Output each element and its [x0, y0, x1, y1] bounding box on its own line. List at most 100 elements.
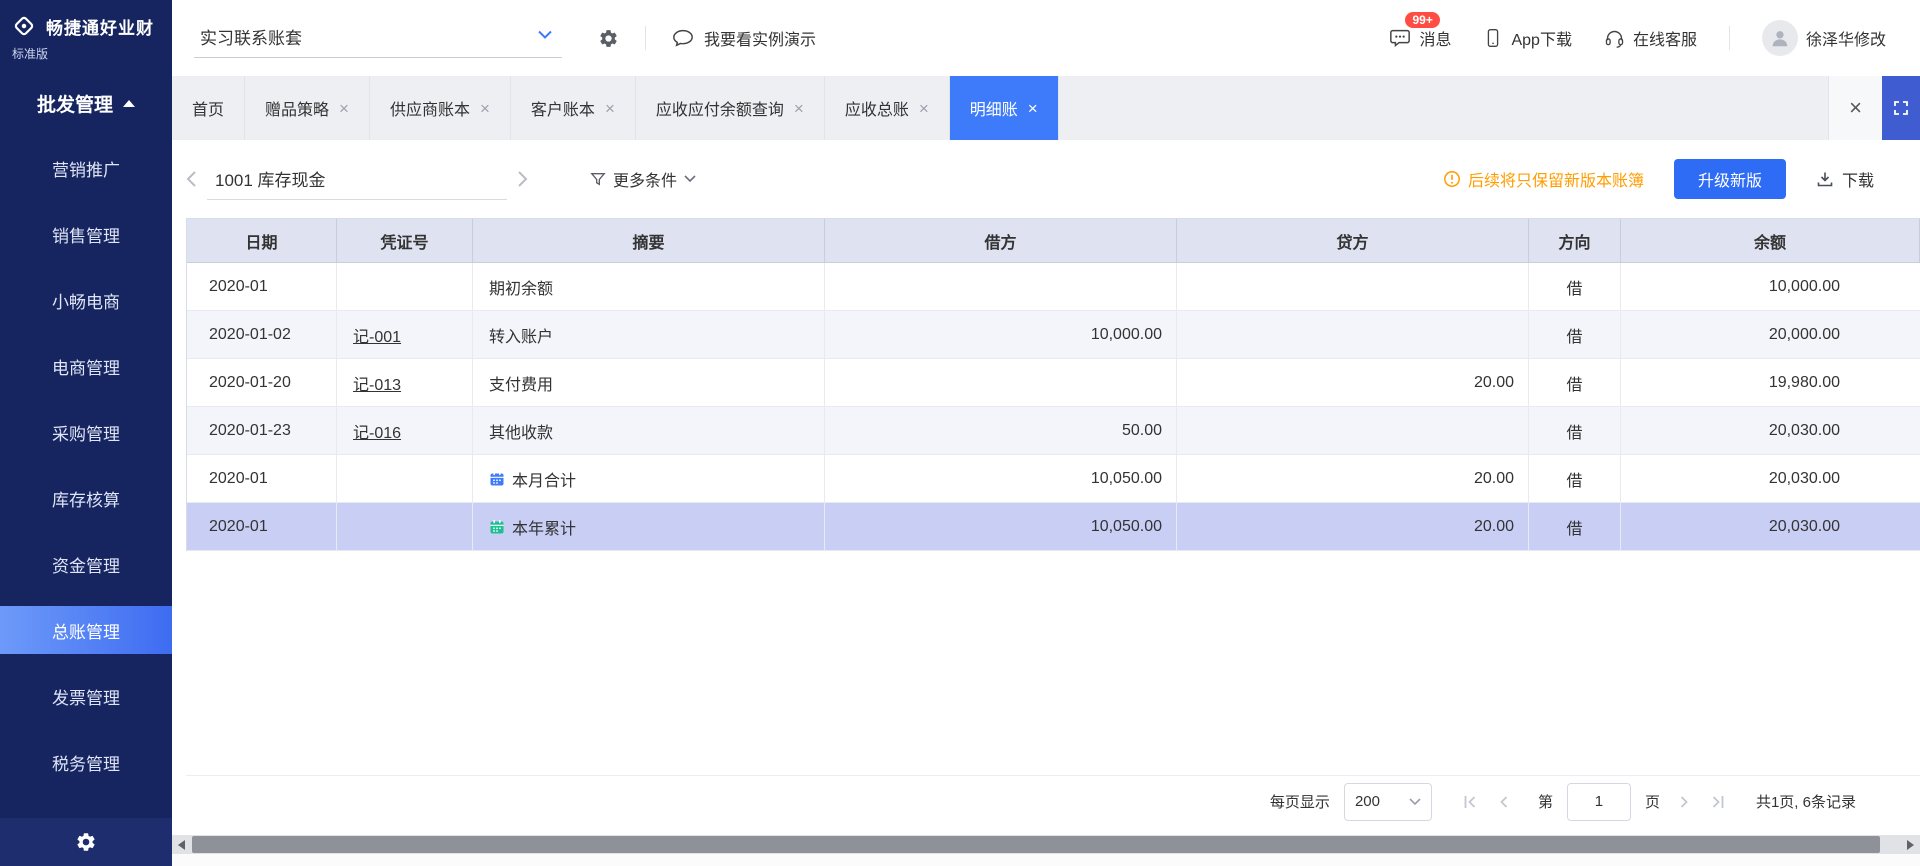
table-row-year-total[interactable]: 2020-01 本年累计 10,050.00 20.00 借 20,030.00	[187, 503, 1920, 551]
column-header-debit: 借方	[825, 219, 1177, 262]
first-page-button[interactable]	[1460, 792, 1480, 812]
user-menu[interactable]: 徐泽华修改	[1761, 20, 1886, 56]
voucher-link[interactable]: 记-016	[353, 419, 401, 443]
tab-label: 首页	[192, 102, 225, 119]
cell-direction: 借	[1529, 311, 1621, 358]
messages-button[interactable]: 99+ 消息	[1389, 12, 1452, 50]
sidebar-item-xiaochang-ecommerce[interactable]: 小畅电商	[0, 276, 172, 324]
next-account-button[interactable]	[517, 170, 528, 188]
sidebar-menu: 营销推广 销售管理 小畅电商 电商管理 采购管理 库存核算 资金管理 总账管理 …	[0, 144, 172, 804]
phone-icon	[1483, 28, 1503, 48]
bottom-strip	[172, 854, 1920, 866]
app-download-button[interactable]: App下载	[1483, 26, 1572, 50]
per-page-label: 每页显示	[1269, 794, 1330, 811]
tab-home[interactable]: 首页	[172, 76, 246, 140]
tab-customer-ledger[interactable]: 客户账本 ×	[511, 76, 636, 140]
account-set-selector[interactable]: 实习联系账套	[194, 18, 562, 58]
prev-page-button[interactable]	[1494, 792, 1514, 812]
sidebar-item-general-ledger[interactable]: 总账管理	[0, 606, 172, 654]
tab-label: 应收总账	[844, 102, 909, 119]
voucher-link[interactable]: 记-013	[353, 371, 401, 395]
cell-balance: 20,030.00	[1768, 421, 1840, 439]
tab-ar-general-ledger[interactable]: 应收总账 ×	[825, 76, 950, 140]
table-row-month-total[interactable]: 2020-01 本月合计 10,050.00 20.00 借 20,030.00	[187, 455, 1920, 503]
scroll-left-arrow[interactable]	[172, 835, 191, 854]
cell-debit	[825, 359, 1177, 406]
cell-balance: 19,980.00	[1768, 373, 1840, 391]
next-page-button[interactable]	[1674, 792, 1694, 812]
sidebar-item-funds-mgmt[interactable]: 资金管理	[0, 540, 172, 588]
last-page-button[interactable]	[1708, 792, 1728, 812]
upgrade-button[interactable]: 升级新版	[1673, 159, 1786, 199]
cell-direction: 借	[1529, 263, 1621, 310]
messages-label: 消息	[1419, 32, 1452, 49]
download-button[interactable]: 下载	[1816, 167, 1874, 191]
table-row[interactable]: 2020-01-23 记-016 其他收款 50.00 借 20,030.00	[187, 407, 1920, 455]
fullscreen-button[interactable]	[1882, 76, 1920, 140]
column-header-credit: 贷方	[1177, 219, 1529, 262]
sidebar-item-purchase-mgmt[interactable]: 采购管理	[0, 408, 172, 456]
prev-account-button[interactable]	[186, 170, 197, 188]
column-header-voucher: 凭证号	[337, 219, 473, 262]
cell-date: 2020-01-20	[187, 359, 337, 406]
version-notice: 后续将只保留新版本账簿	[1443, 167, 1644, 191]
sidebar-item-invoice-mgmt[interactable]: 发票管理	[0, 672, 172, 720]
brand-edition: 标准版	[12, 47, 49, 61]
voucher-link[interactable]: 记-001	[353, 323, 401, 347]
close-icon[interactable]: ×	[1028, 100, 1038, 117]
table-row[interactable]: 2020-01-20 记-013 支付费用 20.00 借 19,980.00	[187, 359, 1920, 407]
cell-credit: 20.00	[1177, 503, 1529, 550]
more-filters-button[interactable]: 更多条件	[590, 167, 696, 191]
close-icon: ×	[1849, 95, 1862, 120]
ledger-toolbar: 1001 库存现金 更多条件 后续将只保留新版本账簿 升级新版 下载	[172, 140, 1920, 218]
cell-date: 2020-01	[187, 455, 337, 502]
summary-label: 本年累计	[512, 520, 577, 538]
message-icon	[1389, 27, 1411, 49]
table-row[interactable]: 2020-01-02 记-001 转入账户 10,000.00 借 20,000…	[187, 311, 1920, 359]
horizontal-scrollbar[interactable]	[172, 835, 1920, 854]
tab-label: 客户账本	[530, 102, 595, 119]
gear-icon	[75, 831, 97, 853]
cell-summary: 转入账户	[473, 311, 825, 358]
close-icon[interactable]: ×	[919, 100, 929, 117]
brand-logo-icon	[10, 12, 38, 40]
table-row[interactable]: 2020-01 期初余额 借 10,000.00	[187, 263, 1920, 311]
demo-link-label: 我要看实例演示	[704, 32, 817, 49]
sidebar-item-sales-mgmt[interactable]: 销售管理	[0, 210, 172, 258]
per-page-select[interactable]: 200	[1343, 782, 1432, 821]
tab-detail-ledger[interactable]: 明细账 ×	[949, 76, 1059, 140]
tab-bar: 首页 赠品策略 × 供应商账本 × 客户账本 × 应收应付余额查询 × 应收总账…	[172, 76, 1920, 140]
scrollbar-thumb[interactable]	[192, 836, 1880, 853]
main-area: 实习联系账套 我要看实例演示 99+ 消息 App下载 在线客服 徐泽华修改 首…	[172, 0, 1920, 866]
sidebar-item-tax-mgmt[interactable]: 税务管理	[0, 738, 172, 786]
close-icon[interactable]: ×	[794, 100, 804, 117]
cell-debit	[825, 263, 1177, 310]
close-icon[interactable]: ×	[605, 100, 615, 117]
sidebar-item-ecommerce-mgmt[interactable]: 电商管理	[0, 342, 172, 390]
sidebar-settings-button[interactable]	[0, 818, 172, 866]
sidebar-section-wholesale[interactable]: 批发管理	[0, 84, 172, 122]
speech-bubble-icon	[672, 27, 694, 49]
account-selector[interactable]: 1001 库存现金	[207, 158, 507, 200]
sidebar-item-inventory-accounting[interactable]: 库存核算	[0, 474, 172, 522]
cell-direction: 借	[1529, 455, 1621, 502]
close-icon[interactable]: ×	[339, 100, 349, 117]
column-header-direction: 方向	[1529, 219, 1621, 262]
close-icon[interactable]: ×	[480, 100, 490, 117]
headset-icon	[1604, 28, 1625, 49]
tab-ar-ap-balance-query[interactable]: 应收应付余额查询 ×	[636, 76, 825, 140]
close-all-tabs-button[interactable]: ×	[1828, 76, 1882, 140]
cell-debit: 10,050.00	[825, 503, 1177, 550]
account-set-value: 实习联系账套	[200, 29, 302, 48]
settings-button[interactable]	[598, 28, 619, 49]
avatar	[1761, 20, 1798, 56]
online-service-button[interactable]: 在线客服	[1604, 26, 1697, 50]
tab-gift-policy[interactable]: 赠品策略 ×	[245, 76, 370, 140]
sidebar-item-marketing-promo[interactable]: 营销推广	[0, 144, 172, 192]
demo-link[interactable]: 我要看实例演示	[672, 26, 816, 50]
tab-supplier-ledger[interactable]: 供应商账本 ×	[370, 76, 511, 140]
page-number-input[interactable]	[1566, 782, 1631, 821]
page-suffix-label: 页	[1644, 794, 1660, 811]
brand-logo[interactable]: 畅捷通好业财 标准版	[0, 0, 172, 74]
scroll-right-arrow[interactable]	[1901, 835, 1920, 854]
